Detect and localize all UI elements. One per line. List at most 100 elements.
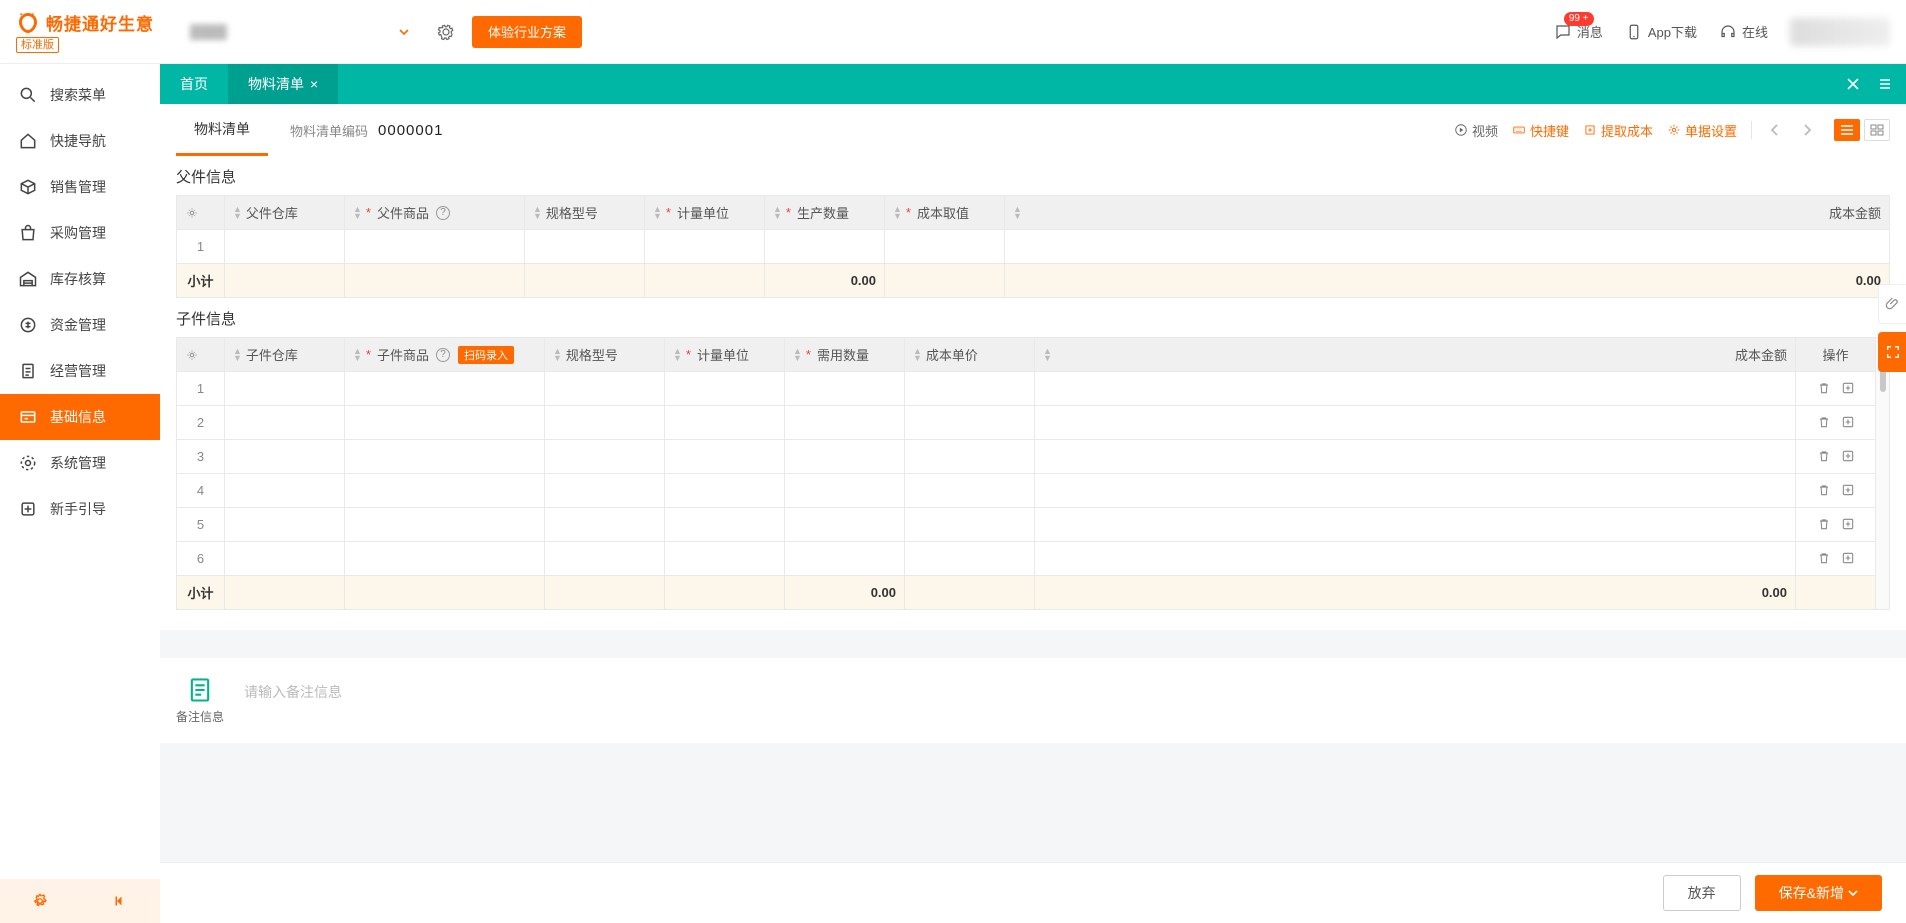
child-col-costamount[interactable]: ▲▼成本金额 — [1035, 338, 1796, 372]
panel-tab-bom[interactable]: 物料清单 — [176, 104, 268, 156]
close-icon[interactable]: × — [310, 77, 318, 91]
discard-button[interactable]: 放弃 — [1663, 875, 1741, 911]
row-delete-button[interactable] — [1815, 447, 1833, 465]
tab-bom[interactable]: 物料清单 × — [228, 64, 338, 104]
tab-bom-label: 物料清单 — [248, 74, 304, 94]
parent-subtotal-cost: 0.00 — [1005, 264, 1890, 298]
workspace: 搜索菜单快捷导航销售管理采购管理库存核算资金管理经营管理基础信息系统管理新手引导… — [0, 64, 1906, 923]
row-add-button[interactable] — [1839, 549, 1857, 567]
parent-col-product[interactable]: ▲▼*父件商品? — [345, 196, 525, 230]
edge-fullscreen-button[interactable] — [1878, 332, 1906, 372]
mobile-icon — [1625, 23, 1643, 41]
row-add-button[interactable] — [1839, 413, 1857, 431]
plus-square-icon — [1841, 381, 1855, 395]
chevron-down-icon — [1848, 888, 1858, 898]
row-add-button[interactable] — [1839, 515, 1857, 533]
parent-col-warehouse[interactable]: ▲▼父件仓库 — [225, 196, 345, 230]
child-subtotal-row: 小计0.000.00 — [177, 576, 1876, 610]
org-selector[interactable]: ████ — [180, 16, 420, 48]
sidebar-item-label: 搜索菜单 — [50, 85, 106, 105]
bag-icon — [18, 223, 38, 243]
parent-col-qty[interactable]: ▲▼*生产数量 — [765, 196, 885, 230]
tab-close-all-button[interactable] — [1838, 69, 1868, 99]
parent-subtotal-row: 小计 0.00 0.00 — [177, 264, 1890, 298]
sidebar-item-guide[interactable]: 新手引导 — [0, 486, 160, 532]
tab-home[interactable]: 首页 — [160, 64, 228, 104]
edge-attachment-button[interactable] — [1878, 284, 1906, 324]
gear-icon — [185, 348, 199, 362]
action-video[interactable]: 视频 — [1454, 121, 1498, 140]
row-delete-button[interactable] — [1815, 379, 1833, 397]
panel-actions: 视频 快捷键 提取成本 单据设置 — [1454, 119, 1890, 141]
sidebar-item-quicknav[interactable]: 快捷导航 — [0, 118, 160, 164]
row-delete-button[interactable] — [1815, 549, 1833, 567]
sidebar-collapse-button[interactable] — [109, 890, 131, 912]
child-row[interactable]: 4 — [177, 474, 1876, 508]
child-row[interactable]: 5 — [177, 508, 1876, 542]
coin-icon — [18, 315, 38, 335]
parent-col-settings[interactable] — [177, 196, 225, 230]
sidebar-item-label: 经营管理 — [50, 361, 106, 381]
sidebar-footer — [0, 879, 160, 923]
online-support-button[interactable]: 在线 — [1719, 22, 1768, 41]
footer-bar: 放弃 保存&新增 — [160, 863, 1906, 923]
parent-col-costmode[interactable]: ▲▼*成本取值 — [885, 196, 1005, 230]
close-icon — [1846, 77, 1860, 91]
child-row[interactable]: 6 — [177, 542, 1876, 576]
sidebar-item-system[interactable]: 系统管理 — [0, 440, 160, 486]
child-col-warehouse[interactable]: ▲▼子件仓库 — [225, 338, 345, 372]
parent-col-spec[interactable]: ▲▼规格型号 — [525, 196, 645, 230]
app-download-label: App下载 — [1648, 22, 1697, 41]
experience-button[interactable]: 体验行业方案 — [472, 16, 582, 48]
row-add-button[interactable] — [1839, 481, 1857, 499]
sidebar-item-basedata[interactable]: 基础信息 — [0, 394, 160, 440]
parent-col-costamount[interactable]: ▲▼成本金额 — [1005, 196, 1890, 230]
sidebar-item-finance[interactable]: 资金管理 — [0, 302, 160, 348]
tab-menu-button[interactable] — [1870, 69, 1900, 99]
app-download-button[interactable]: App下载 — [1625, 22, 1697, 41]
child-col-unitcost[interactable]: ▲▼成本单价 — [905, 338, 1035, 372]
view-grid-button[interactable] — [1864, 119, 1890, 141]
action-shortcut[interactable]: 快捷键 — [1512, 121, 1569, 140]
action-extract-cost[interactable]: 提取成本 — [1583, 121, 1653, 140]
child-col-needqty[interactable]: ▲▼*需用数量 — [785, 338, 905, 372]
nav-next-button[interactable] — [1798, 123, 1816, 137]
user-avatar[interactable] — [1790, 18, 1890, 46]
child-row[interactable]: 3 — [177, 440, 1876, 474]
sidebar-item-sales[interactable]: 销售管理 — [0, 164, 160, 210]
action-doc-settings[interactable]: 单据设置 — [1667, 121, 1737, 140]
sidebar-item-inventory[interactable]: 库存核算 — [0, 256, 160, 302]
nav-prev-button[interactable] — [1766, 123, 1784, 137]
child-col-uom[interactable]: ▲▼*计量单位 — [665, 338, 785, 372]
row-add-button[interactable] — [1839, 447, 1857, 465]
row-add-button[interactable] — [1839, 379, 1857, 397]
row-delete-button[interactable] — [1815, 515, 1833, 533]
messages-button[interactable]: 99 + 消息 — [1554, 22, 1603, 41]
trash-icon — [1817, 551, 1831, 565]
view-list-button[interactable] — [1834, 119, 1860, 141]
help-icon[interactable]: ? — [436, 348, 450, 362]
sidebar-item-purchase[interactable]: 采购管理 — [0, 210, 160, 256]
sidebar-settings-button[interactable] — [29, 890, 51, 912]
main: 首页 物料清单 × 物料清单 物料清单编 — [160, 64, 1906, 923]
parent-col-uom[interactable]: ▲▼*计量单位 — [645, 196, 765, 230]
child-row[interactable]: 1 — [177, 372, 1876, 406]
save-and-new-button[interactable]: 保存&新增 — [1755, 875, 1882, 911]
plus-square-icon — [1841, 449, 1855, 463]
menu-icon — [1878, 77, 1892, 91]
row-delete-button[interactable] — [1815, 481, 1833, 499]
remark-input[interactable] — [244, 676, 1890, 716]
child-col-settings[interactable] — [177, 338, 225, 372]
sidebar-item-operation[interactable]: 经营管理 — [0, 348, 160, 394]
child-col-spec[interactable]: ▲▼规格型号 — [545, 338, 665, 372]
org-settings-button[interactable] — [430, 16, 462, 48]
child-col-product[interactable]: ▲▼*子件商品?扫码录入 — [345, 338, 545, 372]
parent-row[interactable]: 1 — [177, 230, 1890, 264]
child-grid-scrollbar[interactable] — [1876, 337, 1890, 610]
help-icon[interactable]: ? — [436, 206, 450, 220]
messages-badge: 99 + — [1564, 12, 1594, 26]
row-delete-button[interactable] — [1815, 413, 1833, 431]
child-row[interactable]: 2 — [177, 406, 1876, 440]
sidebar-item-search[interactable]: 搜索菜单 — [0, 72, 160, 118]
scan-badge[interactable]: 扫码录入 — [458, 346, 514, 364]
